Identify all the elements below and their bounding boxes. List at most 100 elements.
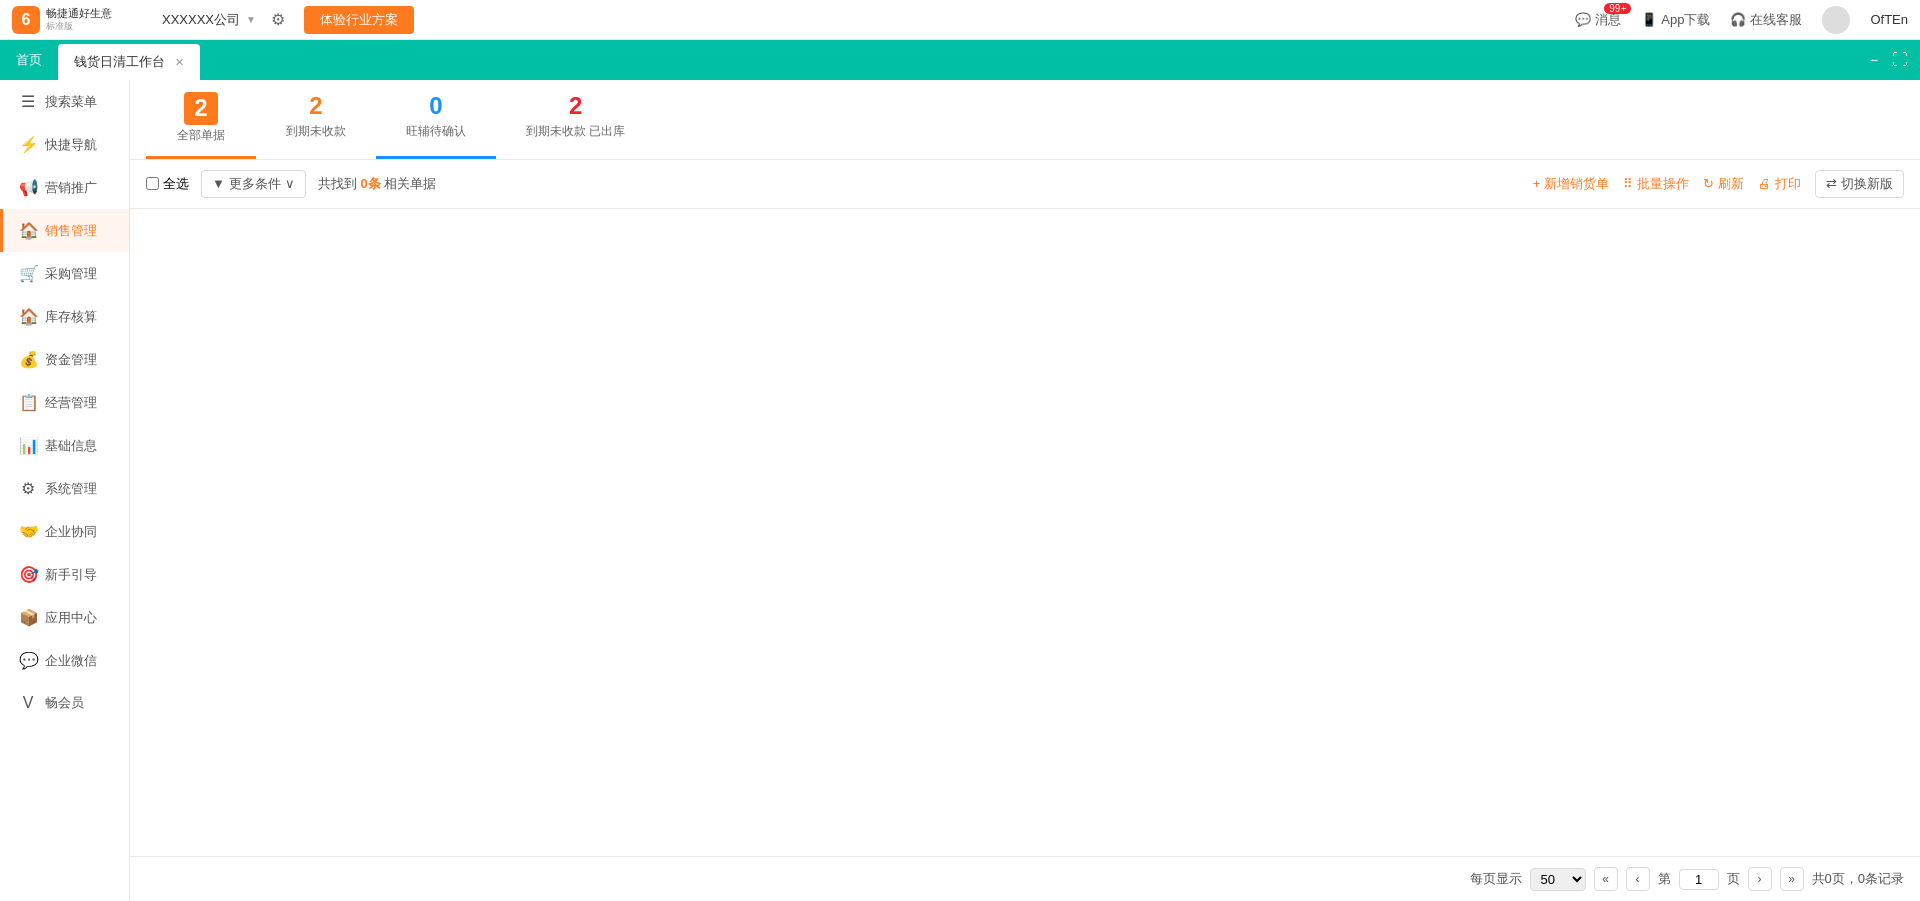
pagination: 每页显示 20 50 100 « ‹ 第 页 › » 共0页，0条记录 (130, 856, 1920, 901)
print-label: 打印 (1775, 175, 1801, 193)
inventory-icon: 🏠 (19, 307, 37, 326)
sidebar-item-marketing[interactable]: 📢 营销推广 (0, 166, 129, 209)
filter-icon: ▼ (212, 176, 225, 191)
sidebar-item-enterprise[interactable]: 🤝 企业协同 (0, 510, 129, 553)
page-size-select[interactable]: 20 50 100 (1530, 868, 1586, 891)
sidebar-item-label: 企业协同 (45, 523, 97, 541)
page-suffix-label: 页 (1727, 870, 1740, 888)
search-menu-icon: ☰ (19, 92, 37, 111)
tab-bar: 首页 钱货日清工作台 ✕ － ⛶ (0, 40, 1920, 80)
sidebar-item-operations[interactable]: 📋 经营管理 (0, 381, 129, 424)
filter-label: 更多条件 (229, 175, 281, 193)
stat-tab-shipped[interactable]: 2 到期未收款 已出库 (496, 80, 655, 159)
switch-version-button[interactable]: ⇄ 切换新版 (1815, 170, 1904, 198)
sidebar-item-label: 新手引导 (45, 566, 97, 584)
total-text: 共0页，0条记录 (1812, 870, 1904, 888)
sales-icon: 🏠 (19, 221, 37, 240)
sidebar-item-basic-info[interactable]: 📊 基础信息 (0, 424, 129, 467)
add-sales-order-button[interactable]: + 新增销货单 (1533, 175, 1609, 193)
operations-icon: 📋 (19, 393, 37, 412)
app-download-button[interactable]: 📱 App下载 (1641, 11, 1710, 29)
sidebar-item-label: 快捷导航 (45, 136, 97, 154)
last-page-button[interactable]: » (1780, 867, 1804, 891)
select-all-label: 全选 (163, 175, 189, 193)
stat-tab-pending[interactable]: 0 旺辅待确认 (376, 80, 496, 159)
quick-nav-icon: ⚡ (19, 135, 37, 154)
tab-home-label: 首页 (16, 51, 42, 69)
sidebar-item-quick-nav[interactable]: ⚡ 快捷导航 (0, 123, 129, 166)
sidebar-item-system[interactable]: ⚙ 系统管理 (0, 467, 129, 510)
sidebar-item-search-menu[interactable]: ☰ 搜索菜单 (0, 80, 129, 123)
tab-workbench-label: 钱货日清工作台 (74, 53, 165, 71)
funds-icon: 💰 (19, 350, 37, 369)
stat-number-all: 2 (184, 92, 217, 125)
sidebar-item-label: 库存核算 (45, 308, 97, 326)
batch-icon: ⠿ (1623, 176, 1633, 191)
member-icon: V (19, 694, 37, 712)
prev-page-button[interactable]: ‹ (1626, 867, 1650, 891)
stat-label-pending: 旺辅待确认 (406, 123, 466, 140)
tab-close-icon[interactable]: ✕ (175, 56, 184, 69)
message-icon: 💬 (1575, 12, 1591, 27)
select-all-checkbox[interactable] (146, 177, 159, 190)
first-page-button[interactable]: « (1594, 867, 1618, 891)
batch-operation-button[interactable]: ⠿ 批量操作 (1623, 175, 1689, 193)
trial-button[interactable]: 体验行业方案 (304, 6, 414, 34)
stat-tab-overdue[interactable]: 2 到期未收款 (256, 80, 376, 159)
marketing-icon: 📢 (19, 178, 37, 197)
filter-button[interactable]: ▼ 更多条件 ∨ (201, 170, 306, 198)
refresh-label: 刷新 (1718, 175, 1744, 193)
found-suffix: 相关单据 (384, 176, 436, 191)
settings-button[interactable]: ⚙ (264, 6, 292, 34)
company-selector[interactable]: XXXXXX公司 ▼ (162, 11, 256, 29)
basic-info-icon: 📊 (19, 436, 37, 455)
sidebar-item-label: 基础信息 (45, 437, 97, 455)
table-area (130, 209, 1920, 856)
sidebar-item-label: 应用中心 (45, 609, 97, 627)
sidebar-item-inventory[interactable]: 🏠 库存核算 (0, 295, 129, 338)
stat-number-overdue: 2 (309, 92, 322, 121)
sidebar-item-member[interactable]: V 畅会员 (0, 682, 129, 724)
top-header: 6 畅捷通好生意 标准版 XXXXXX公司 ▼ ⚙ 体验行业方案 💬 消息 99… (0, 0, 1920, 40)
avatar[interactable] (1822, 6, 1850, 34)
online-service-button[interactable]: 🎧 在线客服 (1730, 11, 1802, 29)
header-right: 💬 消息 99+ 📱 App下载 🎧 在线客服 OfTEn (1575, 6, 1908, 34)
wechat-icon: 💬 (19, 651, 37, 670)
stat-tab-all[interactable]: 2 全部单据 (146, 80, 256, 159)
stat-label-shipped: 到期未收款 已出库 (526, 123, 625, 140)
message-button[interactable]: 💬 消息 99+ (1575, 11, 1621, 29)
select-all-area[interactable]: 全选 (146, 175, 189, 193)
found-text: 共找到 0条 相关单据 (318, 175, 436, 193)
print-button[interactable]: 🖨 打印 (1758, 175, 1801, 193)
page-label: 第 (1658, 870, 1671, 888)
toolbar-right: + 新增销货单 ⠿ 批量操作 ↻ 刷新 🖨 打印 ⇄ 切换新版 (1533, 170, 1904, 198)
tab-home[interactable]: 首页 (0, 40, 58, 80)
tab-maximize-icon[interactable]: ⛶ (1892, 51, 1908, 69)
sidebar-item-label: 营销推广 (45, 179, 97, 197)
message-badge: 99+ (1604, 3, 1631, 14)
batch-label: 批量操作 (1637, 175, 1689, 193)
stat-number-shipped: 2 (569, 92, 582, 121)
tab-workbench[interactable]: 钱货日清工作台 ✕ (58, 44, 200, 80)
sidebar-item-app-center[interactable]: 📦 应用中心 (0, 596, 129, 639)
sidebar-item-guide[interactable]: 🎯 新手引导 (0, 553, 129, 596)
refresh-button[interactable]: ↻ 刷新 (1703, 175, 1744, 193)
guide-icon: 🎯 (19, 565, 37, 584)
download-icon: 📱 (1641, 12, 1657, 27)
tab-minimize-icon[interactable]: － (1866, 50, 1882, 71)
sidebar-item-label: 搜索菜单 (45, 93, 97, 111)
sidebar-item-sales[interactable]: 🏠 销售管理 (0, 209, 129, 252)
found-prefix: 共找到 (318, 176, 357, 191)
switch-icon: ⇄ (1826, 176, 1837, 191)
sidebar-item-funds[interactable]: 💰 资金管理 (0, 338, 129, 381)
system-icon: ⚙ (19, 479, 37, 498)
refresh-icon: ↻ (1703, 176, 1714, 191)
page-number-input[interactable] (1679, 869, 1719, 890)
filter-chevron-icon: ∨ (285, 176, 295, 191)
sidebar-item-label: 畅会员 (45, 694, 84, 712)
sidebar-item-purchase[interactable]: 🛒 采购管理 (0, 252, 129, 295)
sidebar-item-wechat[interactable]: 💬 企业微信 (0, 639, 129, 682)
next-page-button[interactable]: › (1748, 867, 1772, 891)
logo-area: 6 畅捷通好生意 标准版 (12, 6, 142, 34)
online-service-label: 在线客服 (1750, 11, 1802, 29)
